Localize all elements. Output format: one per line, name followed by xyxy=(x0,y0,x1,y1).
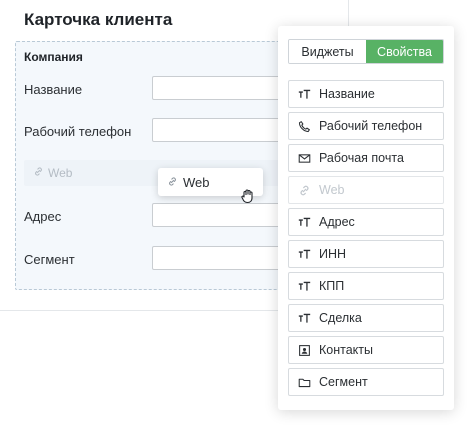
text-icon xyxy=(297,87,311,101)
widget-label: Адрес xyxy=(319,215,355,229)
widgets-panel: Виджеты Свойства Название Рабочий телефо… xyxy=(278,26,454,410)
field-label-name: Название xyxy=(24,82,83,97)
link-icon xyxy=(297,183,311,197)
widget-work-phone[interactable]: Рабочий телефон xyxy=(288,112,444,140)
widget-inn[interactable]: ИНН xyxy=(288,240,444,268)
widget-web[interactable]: Web xyxy=(288,176,444,204)
text-icon xyxy=(297,279,311,293)
widget-name[interactable]: Название xyxy=(288,80,444,108)
widget-label: Название xyxy=(319,87,375,101)
panel-tabs: Виджеты Свойства xyxy=(288,39,444,64)
folder-icon xyxy=(297,375,311,389)
widget-contacts[interactable]: Контакты xyxy=(288,336,444,364)
widget-address[interactable]: Адрес xyxy=(288,208,444,236)
segment-field[interactable] xyxy=(152,246,292,270)
drop-placeholder-label: Web xyxy=(33,166,72,180)
widget-label: Контакты xyxy=(319,343,373,357)
widget-deal[interactable]: Сделка xyxy=(288,304,444,332)
tab-properties[interactable]: Свойства xyxy=(366,40,443,63)
dragged-widget-label: Web xyxy=(183,174,210,190)
name-field[interactable] xyxy=(152,76,292,100)
widget-kpp[interactable]: КПП xyxy=(288,272,444,300)
widget-label: ИНН xyxy=(319,247,347,261)
text-icon xyxy=(297,215,311,229)
phone-icon xyxy=(297,119,311,133)
text-icon xyxy=(297,311,311,325)
group-title: Компания xyxy=(24,50,83,64)
widget-segment[interactable]: Сегмент xyxy=(288,368,444,396)
page-title: Карточка клиента xyxy=(24,10,173,29)
work-phone-field[interactable] xyxy=(152,118,292,142)
text-icon xyxy=(297,247,311,261)
grab-cursor-icon xyxy=(239,187,257,205)
field-label-address: Адрес xyxy=(24,209,62,224)
widget-label: Рабочий телефон xyxy=(319,119,423,133)
field-label-segment: Сегмент xyxy=(24,252,75,267)
widget-label: Рабочая почта xyxy=(319,151,404,165)
ghost-field-label: Web xyxy=(48,166,73,180)
mail-icon xyxy=(297,151,311,165)
widget-label: КПП xyxy=(319,279,345,293)
link-icon xyxy=(33,166,44,180)
contact-card-icon xyxy=(297,343,311,357)
link-icon xyxy=(167,175,178,190)
widget-label: Сделка xyxy=(319,311,362,325)
widget-label: Web xyxy=(319,183,345,197)
field-label-work-phone: Рабочий телефон xyxy=(24,124,132,139)
address-field[interactable] xyxy=(152,203,292,227)
widget-label: Сегмент xyxy=(319,375,368,389)
tab-widgets[interactable]: Виджеты xyxy=(289,40,366,63)
widget-work-email[interactable]: Рабочая почта xyxy=(288,144,444,172)
